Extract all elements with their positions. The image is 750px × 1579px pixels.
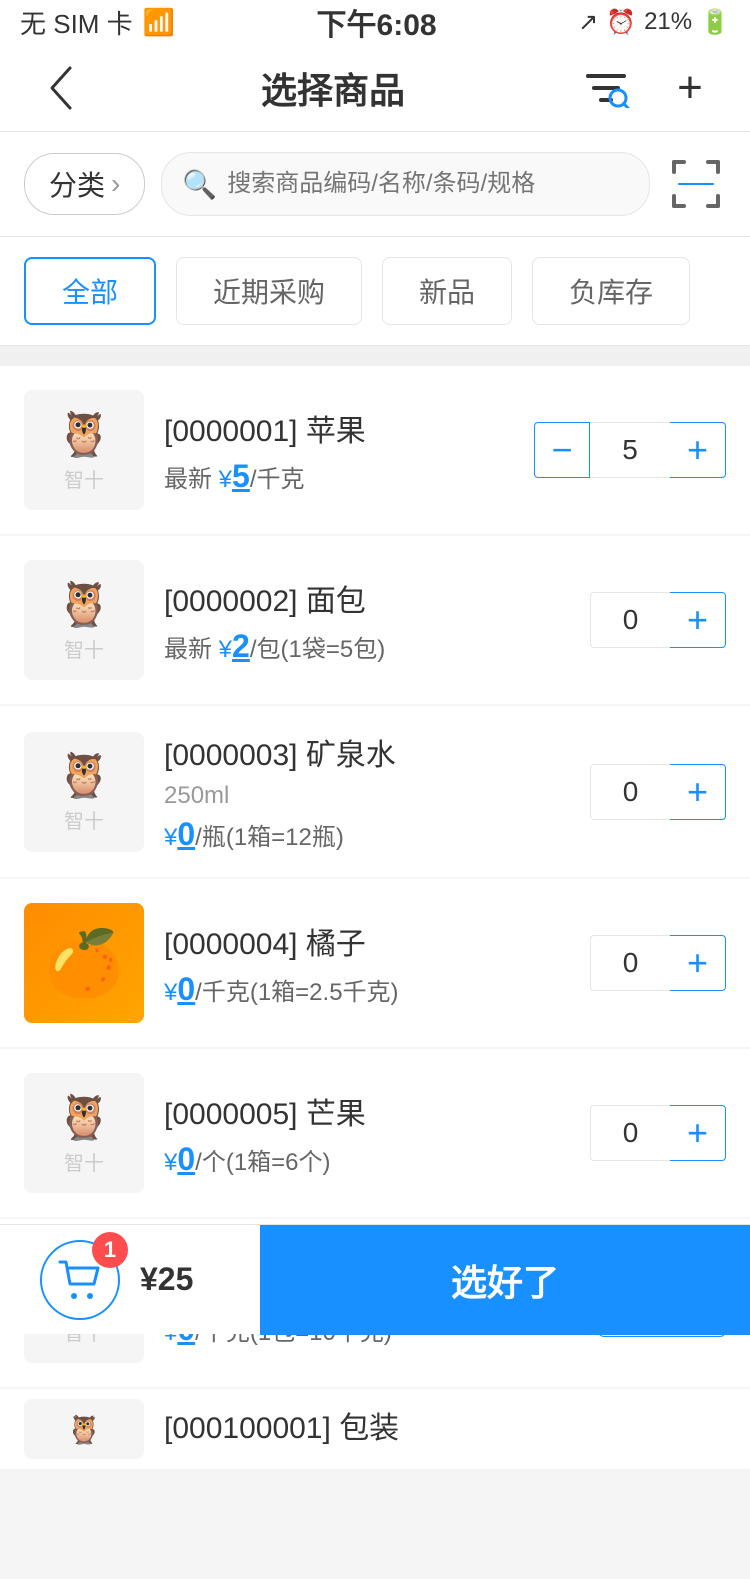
product-name: [0000003] 矿泉水	[164, 730, 570, 774]
bottom-bar: 1 ¥25 选好了	[0, 1224, 750, 1334]
tab-bar: 全部 近期采购 新品 负库存	[0, 237, 750, 346]
search-box[interactable]: 🔍	[161, 152, 650, 216]
product-logo-text: 智十	[64, 1147, 104, 1176]
back-button[interactable]	[30, 58, 90, 118]
status-bar: 无 SIM 卡 📶 下午6:08 ↗ ⏰ 21% 🔋	[0, 0, 750, 44]
tab-negative[interactable]: 负库存	[532, 257, 690, 325]
product-logo: 🦉	[57, 1091, 112, 1143]
product-info: [0000001] 苹果 最新 ¥5/千克	[164, 406, 514, 495]
filter-bar: 分类 › 🔍	[0, 132, 750, 237]
product-logo: 🦉	[67, 1413, 102, 1446]
product-item: 🦉 智十 [0000003] 矿泉水 250ml ¥0/瓶(1箱=12瓶) +	[0, 706, 750, 877]
quantity-input[interactable]	[590, 1105, 670, 1161]
alarm-icon: ⏰	[606, 8, 636, 37]
search-icon: 🔍	[182, 168, 217, 201]
product-image: 🦉 智十	[24, 1073, 144, 1193]
add-button[interactable]: +	[660, 58, 720, 118]
product-price: ¥0/个(1箱=6个)	[164, 1141, 570, 1178]
product-logo-text: 智十	[64, 464, 104, 493]
category-chevron: ›	[111, 168, 120, 200]
location-icon: ↗	[578, 8, 598, 37]
wifi-icon: 📶	[143, 7, 175, 38]
product-image: 🍊	[24, 903, 144, 1023]
quantity-control: +	[590, 935, 726, 991]
product-info: [0000004] 橘子 ¥0/千克(1箱=2.5千克)	[164, 919, 570, 1008]
tab-new[interactable]: 新品	[382, 257, 512, 325]
decrease-button[interactable]: −	[534, 422, 590, 478]
divider	[0, 346, 750, 366]
product-item: 🍊 [0000004] 橘子 ¥0/千克(1箱=2.5千克) +	[0, 879, 750, 1047]
nav-left	[30, 58, 90, 118]
product-price: 最新 ¥2/包(1袋=5包)	[164, 628, 570, 665]
product-logo: 🦉	[57, 578, 112, 630]
product-price: ¥0/瓶(1箱=12瓶)	[164, 816, 570, 853]
nav-bar: 选择商品 +	[0, 44, 750, 132]
product-logo: 🦉	[57, 749, 112, 801]
product-item: 🦉 智十 [0000005] 芒果 ¥0/个(1箱=6个) +	[0, 1049, 750, 1217]
product-price: ¥0/千克(1箱=2.5千克)	[164, 971, 570, 1008]
product-name: [000100001] 包装	[164, 1403, 399, 1447]
battery-text: 21%	[644, 8, 692, 36]
page-title: 选择商品	[261, 62, 405, 114]
product-info: [0000003] 矿泉水 250ml ¥0/瓶(1箱=12瓶)	[164, 730, 570, 853]
quantity-control: +	[590, 764, 726, 820]
quantity-input[interactable]	[590, 592, 670, 648]
quantity-control: − +	[534, 422, 726, 478]
cart-total: ¥25	[140, 1261, 193, 1298]
product-info: [0000002] 面包 最新 ¥2/包(1袋=5包)	[164, 576, 570, 665]
product-image: 🦉 智十	[24, 560, 144, 680]
cart-area: 1 ¥25	[0, 1240, 260, 1320]
product-item: 🦉 智十 [0000001] 苹果 最新 ¥5/千克 − +	[0, 366, 750, 534]
product-image: 🦉 智十	[24, 390, 144, 510]
carrier-text: 无 SIM 卡	[20, 4, 133, 41]
quantity-input[interactable]	[590, 422, 670, 478]
product-item-partial: 🦉 [000100001] 包装	[0, 1389, 750, 1469]
increase-button[interactable]: +	[670, 935, 726, 991]
quantity-control: +	[590, 592, 726, 648]
tab-all[interactable]: 全部	[24, 257, 156, 325]
product-logo-text: 智十	[64, 634, 104, 663]
category-button[interactable]: 分类 ›	[24, 153, 145, 215]
product-price: 最新 ¥5/千克	[164, 458, 514, 495]
category-label: 分类	[49, 164, 105, 204]
product-image: 🦉	[24, 1399, 144, 1459]
increase-button[interactable]: +	[670, 764, 726, 820]
increase-button[interactable]: +	[670, 1105, 726, 1161]
nav-right: +	[576, 58, 720, 118]
status-left: 无 SIM 卡 📶	[20, 4, 175, 41]
product-logo-text: 智十	[64, 805, 104, 834]
status-time: 下午6:08	[317, 0, 437, 44]
tab-recent[interactable]: 近期采购	[176, 257, 362, 325]
product-name: [0000005] 芒果	[164, 1089, 570, 1133]
scan-button[interactable]	[666, 154, 726, 214]
product-name: [0000004] 橘子	[164, 919, 570, 963]
cart-badge: 1	[92, 1232, 128, 1268]
status-right: ↗ ⏰ 21% 🔋	[578, 8, 730, 37]
increase-button[interactable]: +	[670, 592, 726, 648]
product-info: [0000005] 芒果 ¥0/个(1箱=6个)	[164, 1089, 570, 1178]
product-name: [0000002] 面包	[164, 576, 570, 620]
battery-icon: 🔋	[700, 8, 730, 37]
quantity-control: +	[590, 1105, 726, 1161]
product-image: 🦉 智十	[24, 732, 144, 852]
product-logo: 🦉	[57, 408, 112, 460]
bottom-spacer	[0, 1469, 750, 1579]
filter-button[interactable]	[576, 58, 636, 118]
increase-button[interactable]: +	[670, 422, 726, 478]
quantity-input[interactable]	[590, 935, 670, 991]
product-name: [0000001] 苹果	[164, 406, 514, 450]
confirm-button[interactable]: 选好了	[260, 1225, 750, 1335]
quantity-input[interactable]	[590, 764, 670, 820]
search-input[interactable]	[227, 170, 629, 198]
cart-button[interactable]: 1	[40, 1240, 120, 1320]
product-spec: 250ml	[164, 782, 570, 810]
product-item: 🦉 智十 [0000002] 面包 最新 ¥2/包(1袋=5包) +	[0, 536, 750, 704]
